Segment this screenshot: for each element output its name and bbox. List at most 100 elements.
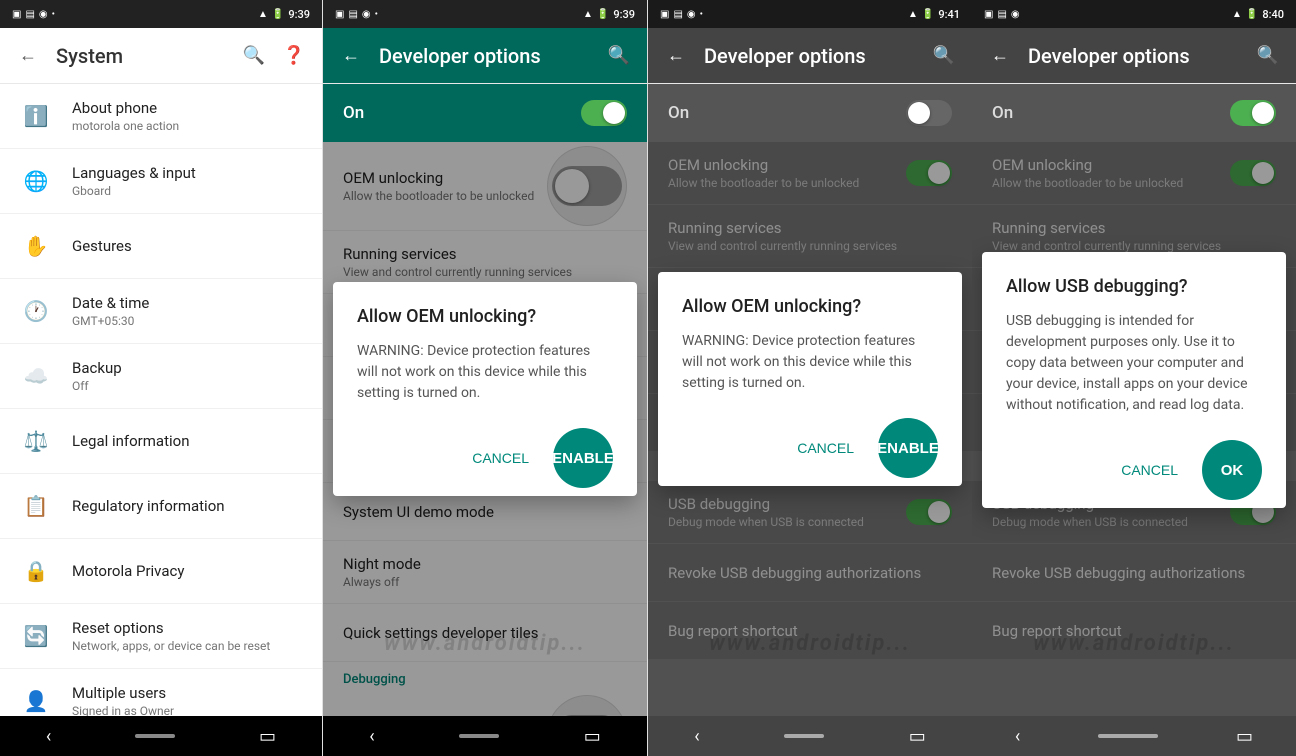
settings-item-users[interactable]: 👤 Multiple users Signed in as Owner — [0, 669, 322, 716]
notification-icon-4: • — [52, 9, 55, 20]
recents-nav-right-mid[interactable]: ▭ — [901, 718, 934, 755]
recents-nav-mid[interactable]: ▭ — [576, 718, 609, 755]
gestures-icon: ✋ — [16, 226, 56, 266]
time-mid: 9:39 — [613, 8, 635, 21]
dev-on-header-right-mid: On — [648, 84, 972, 142]
languages-subtitle: Gboard — [72, 184, 306, 198]
status-bar-left: ▣ ▤ ◉ • ▲ 🔋 9:39 — [0, 0, 322, 28]
oem-dialog-cancel-btn[interactable]: Cancel — [456, 428, 545, 488]
settings-item-gestures[interactable]: ✋ Gestures — [0, 214, 322, 279]
back-nav-right-mid[interactable]: ‹ — [686, 718, 707, 755]
datetime-subtitle: GMT+05:30 — [72, 314, 306, 328]
settings-item-privacy[interactable]: 🔒 Motorola Privacy — [0, 539, 322, 604]
right-mid-panel: ▣▤◉• ▲ 🔋 9:41 ← Developer options 🔍 On O… — [648, 0, 972, 756]
dev-on-label-right: On — [992, 103, 1230, 123]
toolbar-title-right-mid: Developer options — [704, 44, 916, 68]
system-icons-right: ▲ 🔋 8:40 — [1232, 8, 1284, 21]
system-icons-left: ▲ 🔋 9:39 — [258, 8, 310, 21]
dev-on-row-mid: On — [323, 84, 647, 142]
oem-dialog-body-right-mid: WARNING: Device protection features will… — [682, 331, 938, 394]
settings-item-backup[interactable]: ☁️ Backup Off — [0, 344, 322, 409]
oem-dialog-actions: Cancel Enable — [357, 420, 613, 488]
settings-item-languages[interactable]: 🌐 Languages & input Gboard — [0, 149, 322, 214]
nav-bar-right-mid: ‹ ▭ — [648, 716, 972, 756]
home-nav-right-mid — [784, 734, 824, 738]
dev-on-toggle-right[interactable] — [1230, 100, 1276, 126]
home-nav-mid — [459, 734, 499, 738]
settings-item-legal[interactable]: ⚖️ Legal information — [0, 409, 322, 474]
battery-right: 🔋 — [1246, 9, 1258, 20]
search-icon-left[interactable]: 🔍 — [242, 44, 266, 68]
left-panel: ▣ ▤ ◉ • ▲ 🔋 9:39 ← System 🔍 ❓ ℹ️ About p… — [0, 0, 323, 756]
privacy-title: Motorola Privacy — [72, 562, 306, 580]
help-icon-left[interactable]: ❓ — [282, 44, 306, 68]
oem-dialog-right-mid: Allow OEM unlocking? WARNING: Device pro… — [658, 272, 962, 486]
status-bar-right-mid: ▣▤◉• ▲ 🔋 9:41 — [648, 0, 972, 28]
back-nav-mid[interactable]: ‹ — [361, 718, 382, 755]
settings-item-about[interactable]: ℹ️ About phone motorola one action — [0, 84, 322, 149]
search-icon-right[interactable]: 🔍 — [1256, 44, 1280, 68]
right-content: OEM unlocking Allow the bootloader to be… — [972, 142, 1296, 716]
reset-subtitle: Network, apps, or device can be reset — [72, 639, 306, 653]
usb-dialog: Allow USB debugging? USB debugging is in… — [982, 252, 1286, 508]
mid-content: OEM unlocking Allow the bootloader to be… — [323, 142, 647, 716]
about-icon: ℹ️ — [16, 96, 56, 136]
languages-icon: 🌐 — [16, 161, 56, 201]
search-icon-mid[interactable]: 🔍 — [607, 44, 631, 68]
right-panel: ▣▤◉ ▲ 🔋 8:40 ← Developer options 🔍 On OE… — [972, 0, 1296, 756]
dev-on-row-right: On — [972, 84, 1296, 142]
regulatory-icon: 📋 — [16, 486, 56, 526]
legal-title: Legal information — [72, 432, 306, 450]
oem-dialog-cancel-btn-right-mid[interactable]: Cancel — [781, 418, 870, 478]
back-icon-left[interactable]: ← — [16, 44, 40, 68]
dev-on-toggle-mid[interactable] — [581, 100, 627, 126]
usb-dialog-title: Allow USB debugging? — [1006, 276, 1262, 297]
status-bar-mid: ▣▤◉• ▲ 🔋 9:39 — [323, 0, 647, 28]
oem-dialog-body: WARNING: Device protection features will… — [357, 341, 613, 404]
nav-bar-right: ‹ ▭ — [972, 716, 1296, 756]
settings-item-reset[interactable]: 🔄 Reset options Network, apps, or device… — [0, 604, 322, 669]
system-icons-mid: ▲ 🔋 9:39 — [583, 8, 635, 21]
toolbar-left: ← System 🔍 ❓ — [0, 28, 322, 84]
search-icon-right-mid[interactable]: 🔍 — [932, 44, 956, 68]
usb-dialog-actions: Cancel OK — [1006, 432, 1262, 500]
back-icon-right[interactable]: ← — [988, 44, 1012, 68]
oem-dialog-enable-btn-right-mid[interactable]: Enable — [878, 418, 938, 478]
toolbar-title-mid: Developer options — [379, 44, 591, 68]
settings-item-datetime[interactable]: 🕐 Date & time GMT+05:30 — [0, 279, 322, 344]
gestures-title: Gestures — [72, 237, 306, 255]
toolbar-title-right: Developer options — [1028, 44, 1240, 68]
recents-nav-right[interactable]: ▭ — [1228, 718, 1261, 755]
back-icon-right-mid[interactable]: ← — [664, 44, 688, 68]
users-icon: 👤 — [16, 681, 56, 716]
about-subtitle: motorola one action — [72, 119, 306, 133]
time-left: 9:39 — [288, 8, 310, 21]
regulatory-title: Regulatory information — [72, 497, 306, 515]
notification-icons-right-mid: ▣▤◉• — [660, 9, 703, 20]
back-nav-left[interactable]: ‹ — [38, 718, 59, 755]
battery-mid: 🔋 — [597, 9, 609, 20]
time-right-mid: 9:41 — [938, 8, 960, 21]
mid-panel: ▣▤◉• ▲ 🔋 9:39 ← Developer options 🔍 On O… — [323, 0, 648, 756]
oem-dialog-enable-btn[interactable]: Enable — [553, 428, 613, 488]
home-nav-right — [1098, 734, 1158, 738]
dev-on-toggle-right-mid[interactable] — [906, 100, 952, 126]
dev-on-header-mid: On — [323, 84, 647, 142]
nav-bar-mid: ‹ ▭ — [323, 716, 647, 756]
battery-icon-left: 🔋 — [272, 9, 284, 20]
backup-subtitle: Off — [72, 379, 306, 393]
reset-icon: 🔄 — [16, 616, 56, 656]
back-icon-mid[interactable]: ← — [339, 44, 363, 68]
usb-dialog-ok-btn[interactable]: OK — [1202, 440, 1262, 500]
users-subtitle: Signed in as Owner — [72, 704, 306, 716]
system-icons-right-mid: ▲ 🔋 9:41 — [908, 8, 960, 21]
settings-item-regulatory[interactable]: 📋 Regulatory information — [0, 474, 322, 539]
notification-icon-1: ▣ — [12, 9, 21, 20]
wifi-icon-left: ▲ — [258, 9, 268, 20]
back-nav-right[interactable]: ‹ — [1007, 718, 1028, 755]
recents-nav-left[interactable]: ▭ — [251, 718, 284, 755]
notification-icons-right: ▣▤◉ — [984, 9, 1020, 20]
notification-icons-mid: ▣▤◉• — [335, 9, 378, 20]
dev-on-label-right-mid: On — [668, 103, 906, 123]
usb-dialog-cancel-btn[interactable]: Cancel — [1105, 440, 1194, 500]
